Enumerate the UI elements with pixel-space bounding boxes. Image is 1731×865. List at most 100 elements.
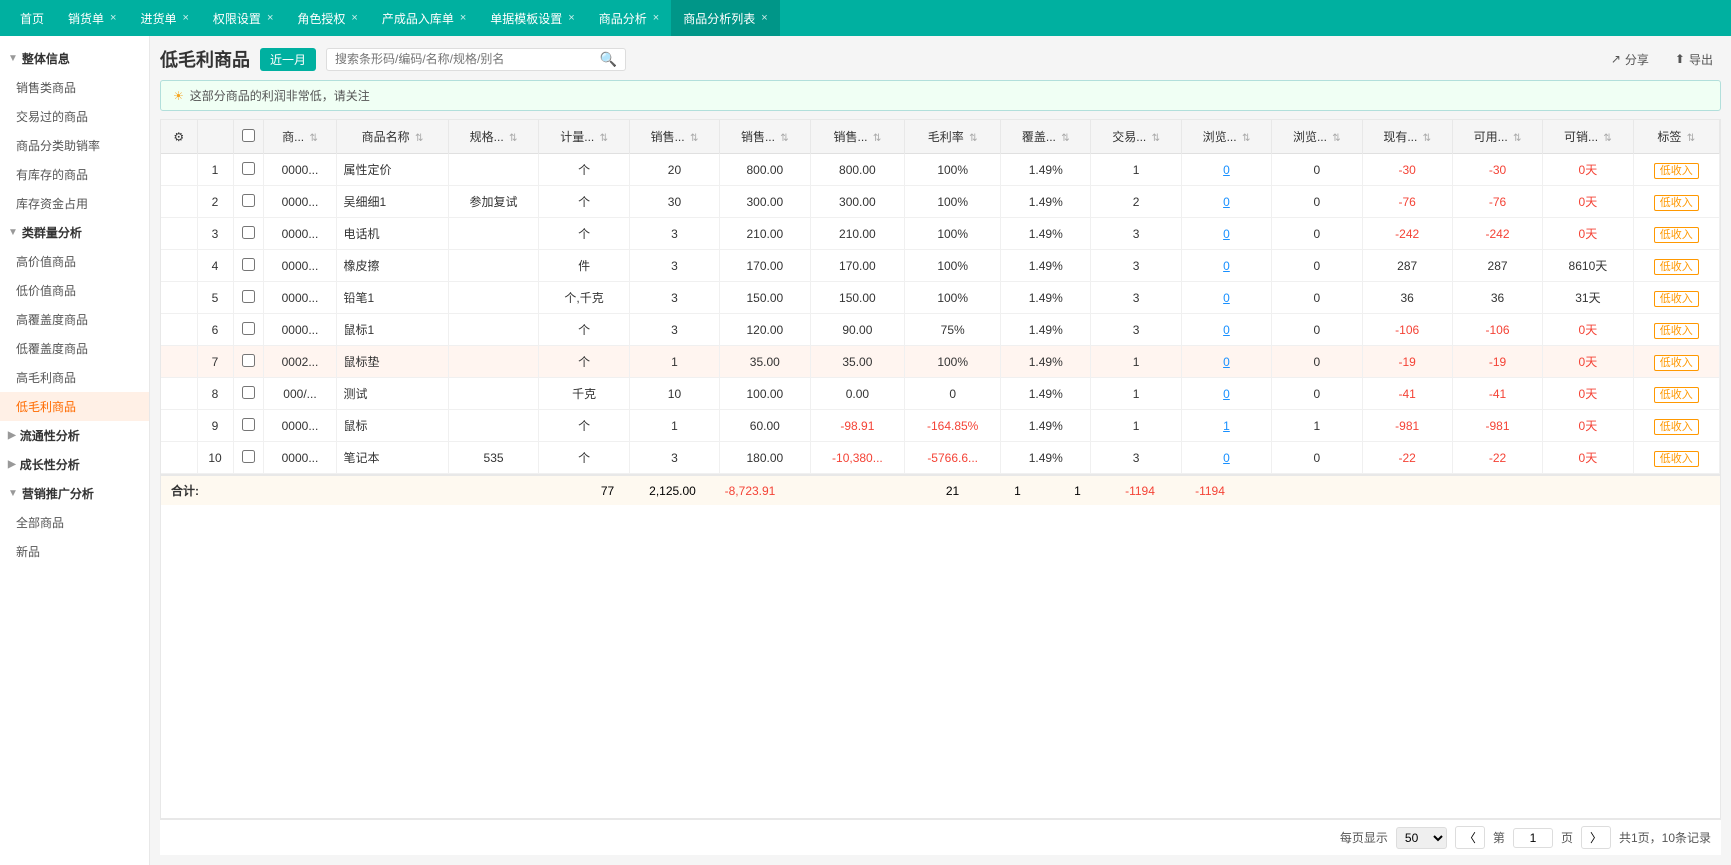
row-view1[interactable]: 0 [1181, 378, 1271, 410]
close-purchase-tab[interactable]: × [182, 12, 188, 24]
next-page-button[interactable]: 〉 [1581, 826, 1611, 849]
row-view1[interactable]: 0 [1181, 154, 1271, 186]
sidebar-item-low-coverage[interactable]: 低覆盖度商品 [0, 334, 149, 363]
col-coverage[interactable]: 覆盖... ⇅ [1001, 120, 1091, 154]
nav-roles[interactable]: 角色授权 × [285, 0, 369, 36]
close-products-entry-tab[interactable]: × [460, 12, 466, 24]
close-sales-tab[interactable]: × [110, 12, 116, 24]
col-available[interactable]: 可用... ⇅ [1452, 120, 1542, 154]
col-tag[interactable]: 标签 ⇅ [1633, 120, 1719, 154]
col-sales-qty[interactable]: 销售... ⇅ [629, 120, 719, 154]
nav-permissions[interactable]: 权限设置 × [201, 0, 285, 36]
row-spec [448, 282, 539, 314]
row-sales-profit: 300.00 [810, 186, 905, 218]
prev-page-button[interactable]: 〈 [1455, 826, 1485, 849]
col-code[interactable]: 商... ⇅ [263, 120, 337, 154]
search-input[interactable] [335, 52, 600, 66]
nav-template-settings[interactable]: 单据模板设置 × [478, 0, 586, 36]
col-gross-rate[interactable]: 毛利率 ⇅ [905, 120, 1001, 154]
data-table: ⚙ 商... ⇅ 商品名称 ⇅ 规格... ⇅ 计量... ⇅ 销售... ⇅ … [161, 120, 1720, 474]
sidebar-item-category-rate[interactable]: 商品分类助销率 [0, 131, 149, 160]
sidebar-section-marketing[interactable]: ▼ 营销推广分析 [0, 479, 149, 508]
export-button[interactable]: ⬆ 导出 [1667, 47, 1721, 72]
sidebar-item-traded-products[interactable]: 交易过的商品 [0, 102, 149, 131]
per-page-select[interactable]: 50 100 200 [1396, 827, 1447, 849]
row-view1[interactable]: 0 [1181, 346, 1271, 378]
col-check [233, 120, 263, 154]
row-view2: 0 [1272, 154, 1362, 186]
row-check[interactable] [233, 378, 263, 410]
row-check[interactable] [233, 218, 263, 250]
col-view2[interactable]: 浏览... ⇅ [1272, 120, 1362, 154]
row-check[interactable] [233, 410, 263, 442]
sidebar-item-sales-products[interactable]: 销售类商品 [0, 73, 149, 102]
row-view2: 0 [1272, 186, 1362, 218]
row-view1[interactable]: 0 [1181, 282, 1271, 314]
col-sellable[interactable]: 可销... ⇅ [1543, 120, 1633, 154]
row-check[interactable] [233, 442, 263, 474]
nav-sales[interactable]: 销货单 × [56, 0, 128, 36]
col-sales-profit[interactable]: 销售... ⇅ [810, 120, 905, 154]
row-view1[interactable]: 0 [1181, 442, 1271, 474]
footer-sales-qty: 77 [580, 484, 635, 498]
share-button[interactable]: ↗ 分享 [1603, 47, 1657, 72]
row-sellable: 0天 [1543, 346, 1633, 378]
sidebar-item-high-value[interactable]: 高价值商品 [0, 247, 149, 276]
row-unit: 个 [539, 218, 629, 250]
col-trade-count[interactable]: 交易... ⇅ [1091, 120, 1181, 154]
row-check[interactable] [233, 282, 263, 314]
row-name: 测试 [337, 378, 448, 410]
row-view1[interactable]: 0 [1181, 314, 1271, 346]
search-icon[interactable]: 🔍 [600, 51, 617, 68]
close-template-tab[interactable]: × [568, 12, 574, 24]
row-view1[interactable]: 0 [1181, 250, 1271, 282]
row-gross-rate: 100% [905, 154, 1001, 186]
row-check[interactable] [233, 154, 263, 186]
sidebar-section-overall[interactable]: ▼ 整体信息 [0, 44, 149, 73]
table-row: 5 0000... 铅笔1 个,千克 3 150.00 150.00 100% … [161, 282, 1720, 314]
close-analysis-list-tab[interactable]: × [761, 12, 767, 24]
sidebar-item-in-stock[interactable]: 有库存的商品 [0, 160, 149, 189]
col-name[interactable]: 商品名称 ⇅ [337, 120, 448, 154]
row-view1[interactable]: 0 [1181, 218, 1271, 250]
sidebar-item-stock-capital[interactable]: 库存资金占用 [0, 189, 149, 218]
row-view2: 0 [1272, 346, 1362, 378]
close-roles-tab[interactable]: × [351, 12, 357, 24]
row-check[interactable] [233, 250, 263, 282]
row-view1[interactable]: 0 [1181, 186, 1271, 218]
time-filter-button[interactable]: 近一月 [260, 48, 316, 71]
sidebar-section-growth[interactable]: ▶ 成长性分析 [0, 450, 149, 479]
sidebar-section-circulation[interactable]: ▶ 流通性分析 [0, 421, 149, 450]
table-row: 9 0000... 鼠标 个 1 60.00 -98.91 -164.85% 1… [161, 410, 1720, 442]
sidebar-item-low-margin[interactable]: 低毛利商品 [0, 392, 149, 421]
col-settings[interactable]: ⚙ [161, 120, 197, 154]
row-unit: 个 [539, 186, 629, 218]
select-all-checkbox[interactable] [242, 129, 255, 142]
close-permissions-tab[interactable]: × [267, 12, 273, 24]
col-view1[interactable]: 浏览... ⇅ [1181, 120, 1271, 154]
row-view1[interactable]: 1 [1181, 410, 1271, 442]
nav-purchase[interactable]: 进货单 × [128, 0, 200, 36]
sidebar-section-cluster[interactable]: ▼ 类群量分析 [0, 218, 149, 247]
col-unit[interactable]: 计量... ⇅ [539, 120, 629, 154]
col-current-stock[interactable]: 现有... ⇅ [1362, 120, 1452, 154]
col-sales-price[interactable]: 销售... ⇅ [720, 120, 810, 154]
sidebar-item-new-products[interactable]: 新品 [0, 537, 149, 566]
row-check[interactable] [233, 186, 263, 218]
row-coverage: 1.49% [1001, 442, 1091, 474]
sidebar-item-high-coverage[interactable]: 高覆盖度商品 [0, 305, 149, 334]
sidebar-item-low-value[interactable]: 低价值商品 [0, 276, 149, 305]
nav-products-entry[interactable]: 产成品入库单 × [370, 0, 478, 36]
nav-product-analysis[interactable]: 商品分析 × [587, 0, 671, 36]
close-analysis-tab[interactable]: × [653, 12, 659, 24]
table-header-row: ⚙ 商... ⇅ 商品名称 ⇅ 规格... ⇅ 计量... ⇅ 销售... ⇅ … [161, 120, 1720, 154]
sidebar-item-all-products[interactable]: 全部商品 [0, 508, 149, 537]
nav-analysis-list[interactable]: 商品分析列表 × [671, 0, 779, 36]
row-check[interactable] [233, 346, 263, 378]
col-spec[interactable]: 规格... ⇅ [448, 120, 539, 154]
row-current-stock: 36 [1362, 282, 1452, 314]
row-check[interactable] [233, 314, 263, 346]
page-number-input[interactable] [1513, 828, 1553, 848]
nav-home[interactable]: 首页 [8, 0, 56, 36]
sidebar-item-high-margin[interactable]: 高毛利商品 [0, 363, 149, 392]
